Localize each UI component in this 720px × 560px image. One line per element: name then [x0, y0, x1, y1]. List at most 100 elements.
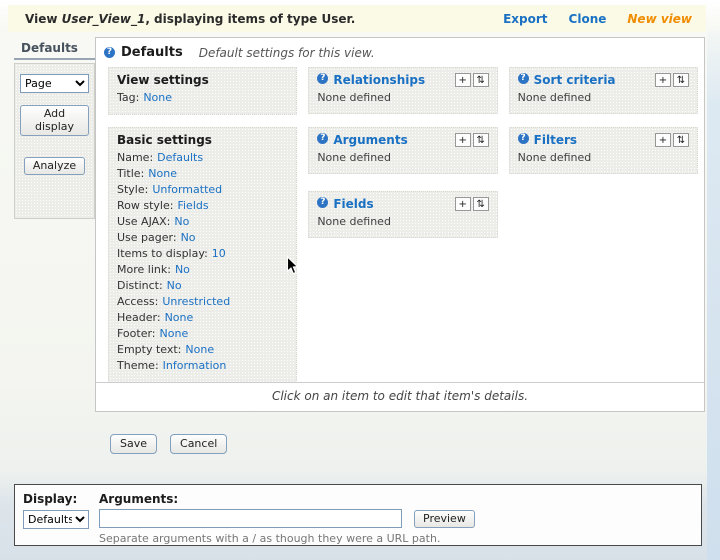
tab-defaults[interactable]: Defaults [14, 40, 95, 60]
clone-link[interactable]: Clone [569, 12, 607, 26]
sort-criteria-empty: None defined [517, 91, 592, 104]
fields-actions: + ⇅ [454, 197, 489, 211]
preview-panel: Display: Defaults Arguments: Preview Sep… [14, 484, 702, 546]
display-controls: Page Add display Analyze [14, 63, 95, 219]
add-display-button[interactable]: Add display [20, 105, 89, 136]
help-icon[interactable]: ? [317, 133, 329, 144]
fields-empty: None defined [317, 215, 391, 228]
add-icon[interactable]: + [654, 133, 671, 147]
setting-row-use-ajax: Use AJAX: No [117, 215, 190, 228]
setting-row-name: Name: Defaults [117, 151, 204, 164]
row-style-value-link[interactable]: Fields [177, 199, 208, 212]
basic-settings-box: Basic settings Name: Defaults Title: None … [108, 127, 298, 383]
help-icon[interactable]: ? [104, 47, 115, 58]
fields-box: ? Fields + ⇅ None defined [308, 191, 498, 238]
form-actions: Save Cancel [110, 434, 228, 454]
preview-controls: Preview [99, 509, 693, 528]
arguments-label: Arguments: [99, 492, 179, 506]
arguments-head: ? Arguments + ⇅ [317, 133, 489, 147]
sort-criteria-actions: + ⇅ [654, 73, 689, 87]
preview-display-column: Display: Defaults [23, 492, 89, 545]
new-view-link[interactable]: New view [627, 12, 692, 26]
title-suffix: , displaying items of type User. [145, 11, 356, 26]
access-value-link[interactable]: Unrestricted [162, 295, 230, 308]
style-value-link[interactable]: Unformatted [152, 183, 222, 196]
rearrange-icon[interactable]: ⇅ [672, 133, 689, 147]
analyze-button[interactable]: Analyze [23, 157, 86, 175]
rearrange-icon[interactable]: ⇅ [672, 73, 689, 87]
setting-row-row-style: Row style: Fields [117, 199, 209, 212]
relationships-head: ? Relationships + ⇅ [317, 73, 489, 87]
add-icon[interactable]: + [454, 73, 471, 87]
fields-head: ? Fields + ⇅ [317, 197, 489, 211]
setting-row-more-link: More link: No [117, 263, 190, 276]
rearrange-icon[interactable]: ⇅ [472, 73, 489, 87]
help-icon[interactable]: ? [517, 73, 529, 84]
rearrange-icon[interactable]: ⇅ [472, 197, 489, 211]
preview-display-select[interactable]: Defaults [23, 510, 89, 529]
relationships-link[interactable]: Relationships [333, 73, 425, 87]
distinct-value-link[interactable]: No [167, 279, 182, 292]
relationships-box: ? Relationships + ⇅ None defined [308, 67, 498, 114]
arguments-input[interactable] [99, 509, 402, 528]
cancel-button[interactable]: Cancel [170, 434, 228, 454]
items-value-link[interactable]: 10 [212, 247, 226, 260]
help-icon[interactable]: ? [317, 197, 329, 208]
preview-arguments-column: Arguments: Preview Separate arguments wi… [99, 492, 693, 545]
setting-row-distinct: Distinct: No [117, 279, 182, 292]
arguments-box: ? Arguments + ⇅ None defined [308, 127, 498, 174]
use-ajax-value-link[interactable]: No [174, 215, 189, 228]
add-icon[interactable]: + [454, 133, 471, 147]
setting-row-empty-text: Empty text: None [117, 343, 215, 356]
help-icon[interactable]: ? [317, 73, 329, 84]
relationships-empty: None defined [317, 91, 391, 104]
arguments-help-text: Separate arguments with a / as though th… [99, 532, 441, 545]
add-icon[interactable]: + [654, 73, 671, 87]
edit-hint: Click on an item to edit that item's det… [96, 382, 704, 411]
title-value-link[interactable]: None [148, 167, 177, 180]
filters-link[interactable]: Filters [534, 133, 577, 147]
add-icon[interactable]: + [454, 197, 471, 211]
arguments-empty: None defined [317, 151, 391, 164]
tag-value-link[interactable]: None [143, 91, 172, 104]
setting-row-header: Header: None [117, 311, 194, 324]
view-edit-panel: ? Defaults Default settings for this vie… [95, 37, 705, 412]
empty-text-value-link[interactable]: None [185, 343, 214, 356]
setting-row-theme: Theme: Information [117, 359, 227, 372]
setting-row-title: Title: None [117, 167, 177, 180]
setting-row-use-pager: Use pager: No [117, 231, 196, 244]
display-subtitle: Default settings for this view. [198, 45, 375, 60]
filters-actions: + ⇅ [654, 133, 689, 147]
sort-criteria-box: ? Sort criteria + ⇅ None defined [508, 67, 698, 114]
setting-row-access: Access: Unrestricted [117, 295, 231, 308]
save-button[interactable]: Save [110, 434, 158, 454]
page-title: View User_View_1, displaying items of ty… [25, 12, 503, 26]
arguments-link[interactable]: Arguments [333, 133, 407, 147]
preview-button[interactable]: Preview [414, 509, 475, 528]
theme-value-link[interactable]: Information [163, 359, 227, 372]
display-label: Display: [23, 492, 78, 506]
use-pager-value-link[interactable]: No [181, 231, 196, 244]
display-type-select[interactable]: Page [20, 74, 89, 93]
footer-value-link[interactable]: None [160, 327, 189, 340]
header-links: Export Clone New view [503, 12, 692, 26]
display-sidebar: Defaults Page Add display Analyze [14, 40, 95, 219]
basic-settings-title: Basic settings [117, 133, 212, 147]
filters-head: ? Filters + ⇅ [517, 133, 689, 147]
title-prefix: View [25, 11, 62, 26]
name-value-link[interactable]: Defaults [157, 151, 203, 164]
rearrange-icon[interactable]: ⇅ [472, 133, 489, 147]
arguments-fields-stack: ? Arguments + ⇅ None defined ? Fields + … [308, 127, 498, 238]
settings-grid: View settings Tag: None ? Relationships +… [108, 67, 698, 383]
help-icon[interactable]: ? [517, 133, 529, 144]
arguments-actions: + ⇅ [454, 133, 489, 147]
sort-criteria-head: ? Sort criteria + ⇅ [517, 73, 689, 87]
view-header-bar: View User_View_1, displaying items of ty… [8, 5, 706, 32]
header-value-link[interactable]: None [165, 311, 194, 324]
more-link-value-link[interactable]: No [175, 263, 190, 276]
view-settings-title: View settings [117, 73, 209, 87]
fields-link[interactable]: Fields [333, 197, 373, 211]
setting-row-style: Style: Unformatted [117, 183, 223, 196]
sort-criteria-link[interactable]: Sort criteria [534, 73, 616, 87]
export-link[interactable]: Export [503, 12, 547, 26]
